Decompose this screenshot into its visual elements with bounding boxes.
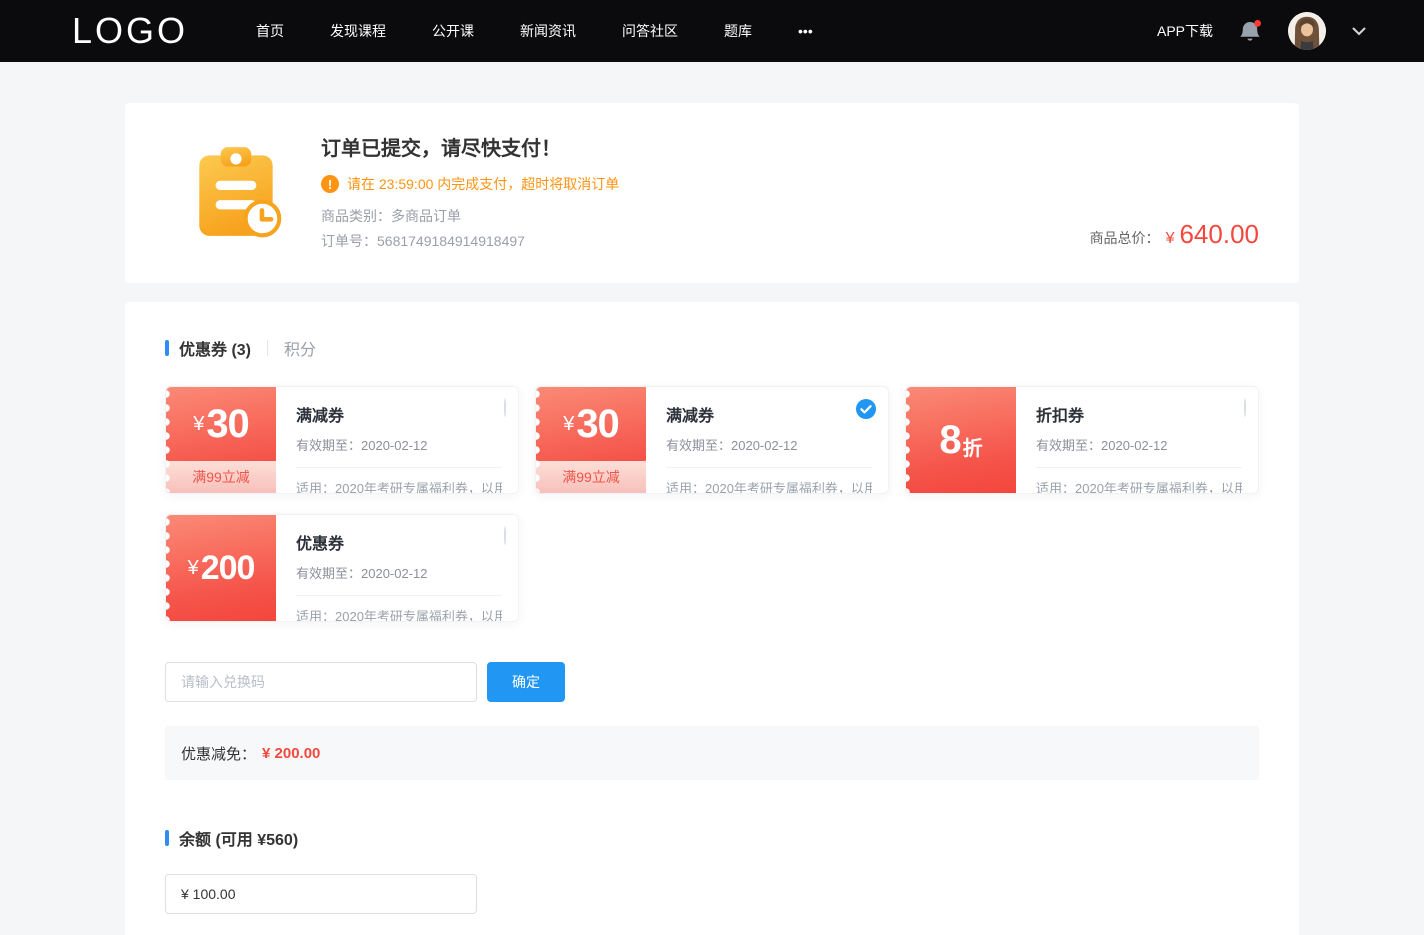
order-category-row: 商品类别：多商品订单 [321, 204, 619, 229]
coupon-card-200-voucher[interactable]: ¥ 200 优惠券 有效期至：2020-02-12 适用：2020年考研专属福利… [165, 514, 519, 622]
currency-symbol: ¥ [1166, 230, 1175, 248]
coupon-condition: 满99立减 [166, 461, 276, 493]
coupon-value-badge: ¥ 200 [166, 515, 276, 621]
payment-deadline-warning: 请在 23:59:00 内完成支付，超时将取消订单 [347, 174, 619, 194]
order-category-value: 多商品订单 [391, 208, 461, 224]
order-summary-card: 订单已提交，请尽快支付！ ! 请在 23:59:00 内完成支付，超时将取消订单… [125, 103, 1299, 283]
nav-item-open-classes[interactable]: 公开课 [432, 21, 474, 41]
balance-title: 余额 (可用 ¥560) [179, 826, 298, 850]
coupon-title: 满减券 [296, 402, 502, 426]
balance-section-header: 余额 (可用 ¥560) [165, 826, 1259, 850]
balance-amount-input[interactable] [165, 874, 477, 914]
tab-coupons[interactable]: 优惠券 (3) [179, 336, 251, 360]
order-number-value: 5681749184914918497 [377, 233, 525, 249]
redeem-code-input[interactable] [165, 662, 477, 702]
nav-item-home[interactable]: 首页 [256, 21, 284, 41]
app-download-link[interactable]: APP下载 [1157, 21, 1213, 41]
user-avatar[interactable] [1288, 12, 1326, 50]
coupon-section-header: 优惠券 (3) 积分 [165, 336, 1259, 360]
tab-points[interactable]: 积分 [284, 336, 316, 360]
payment-options-card: 优惠券 (3) 积分 ¥ 30 满99立减 满减券 有效期至：2020-02-1… [125, 302, 1299, 935]
coupon-applicable: 适用：2020年考研专属福利券，以用... [1036, 478, 1242, 494]
nav-item-qa-community[interactable]: 问答社区 [622, 21, 678, 41]
coupon-applicable: 适用：2020年考研专属福利券，以用... [296, 478, 502, 494]
section-accent-bar [165, 340, 169, 356]
coupon-title: 满减券 [666, 402, 872, 426]
section-accent-bar [165, 830, 169, 846]
coupon-applicable: 适用：2020年考研专属福利券，以用... [666, 478, 872, 494]
coupon-validity: 有效期至：2020-02-12 [1036, 435, 1242, 454]
coupon-title: 优惠券 [296, 530, 502, 554]
top-nav-bar: LOGO 首页 发现课程 公开课 新闻资讯 问答社区 题库 ••• APP下载 [0, 0, 1424, 62]
total-price-label: 商品总价： [1090, 228, 1160, 248]
discount-summary-strip: 优惠减免： ¥ 200.00 [165, 726, 1259, 780]
order-pending-clipboard-icon [185, 138, 291, 249]
discount-label: 优惠减免： [181, 743, 256, 764]
coupon-value-badge: ¥ 30 满99立减 [536, 387, 646, 493]
coupon-card-80-percent-discount[interactable]: 8 折 折扣券 有效期至：2020-02-12 适用：2020年考研专属福利券，… [905, 386, 1259, 494]
coupon-applicable: 适用：2020年考研专属福利券，以用... [296, 606, 502, 622]
total-price-value: 640.00 [1179, 219, 1259, 250]
tab-divider [267, 340, 268, 356]
coupon-radio-unselected[interactable] [1244, 399, 1246, 417]
nav-item-discover-courses[interactable]: 发现课程 [330, 21, 386, 41]
nav-item-question-bank[interactable]: 题库 [724, 21, 752, 41]
coupon-validity: 有效期至：2020-02-12 [296, 435, 502, 454]
nav-menu: 首页 发现课程 公开课 新闻资讯 问答社区 题库 ••• [256, 21, 813, 41]
nav-more-icon[interactable]: ••• [798, 23, 813, 39]
nav-item-news[interactable]: 新闻资讯 [520, 21, 576, 41]
coupon-validity: 有效期至：2020-02-12 [296, 563, 502, 582]
order-total-price: 商品总价： ¥ 640.00 [1090, 219, 1259, 250]
notification-bell-icon[interactable] [1239, 19, 1262, 44]
coupon-value-badge: ¥ 30 满99立减 [166, 387, 276, 493]
coupon-radio-unselected[interactable] [504, 399, 506, 417]
coupon-title: 折扣券 [1036, 402, 1242, 426]
coupon-validity: 有效期至：2020-02-12 [666, 435, 872, 454]
order-submitted-title: 订单已提交，请尽快支付！ [321, 132, 619, 161]
chevron-down-icon[interactable] [1352, 27, 1366, 36]
coupon-condition: 满99立减 [536, 461, 646, 493]
order-number-row: 订单号：5681749184914918497 [321, 229, 619, 254]
logo[interactable]: LOGO [72, 10, 188, 52]
coupon-selected-check-icon[interactable] [856, 399, 876, 424]
confirm-button[interactable]: 确定 [487, 662, 565, 702]
coupon-card-30-full-reduction[interactable]: ¥ 30 满99立减 满减券 有效期至：2020-02-12 适用：2020年考… [165, 386, 519, 494]
coupon-list: ¥ 30 满99立减 满减券 有效期至：2020-02-12 适用：2020年考… [165, 386, 1259, 622]
coupon-radio-unselected[interactable] [504, 527, 506, 545]
warning-icon: ! [321, 175, 339, 193]
discount-value: ¥ 200.00 [262, 745, 320, 762]
coupon-card-30-full-reduction-selected[interactable]: ¥ 30 满99立减 满减券 有效期至：2020-02-12 适用：2020年考… [535, 386, 889, 494]
coupon-value-badge: 8 折 [906, 387, 1016, 493]
